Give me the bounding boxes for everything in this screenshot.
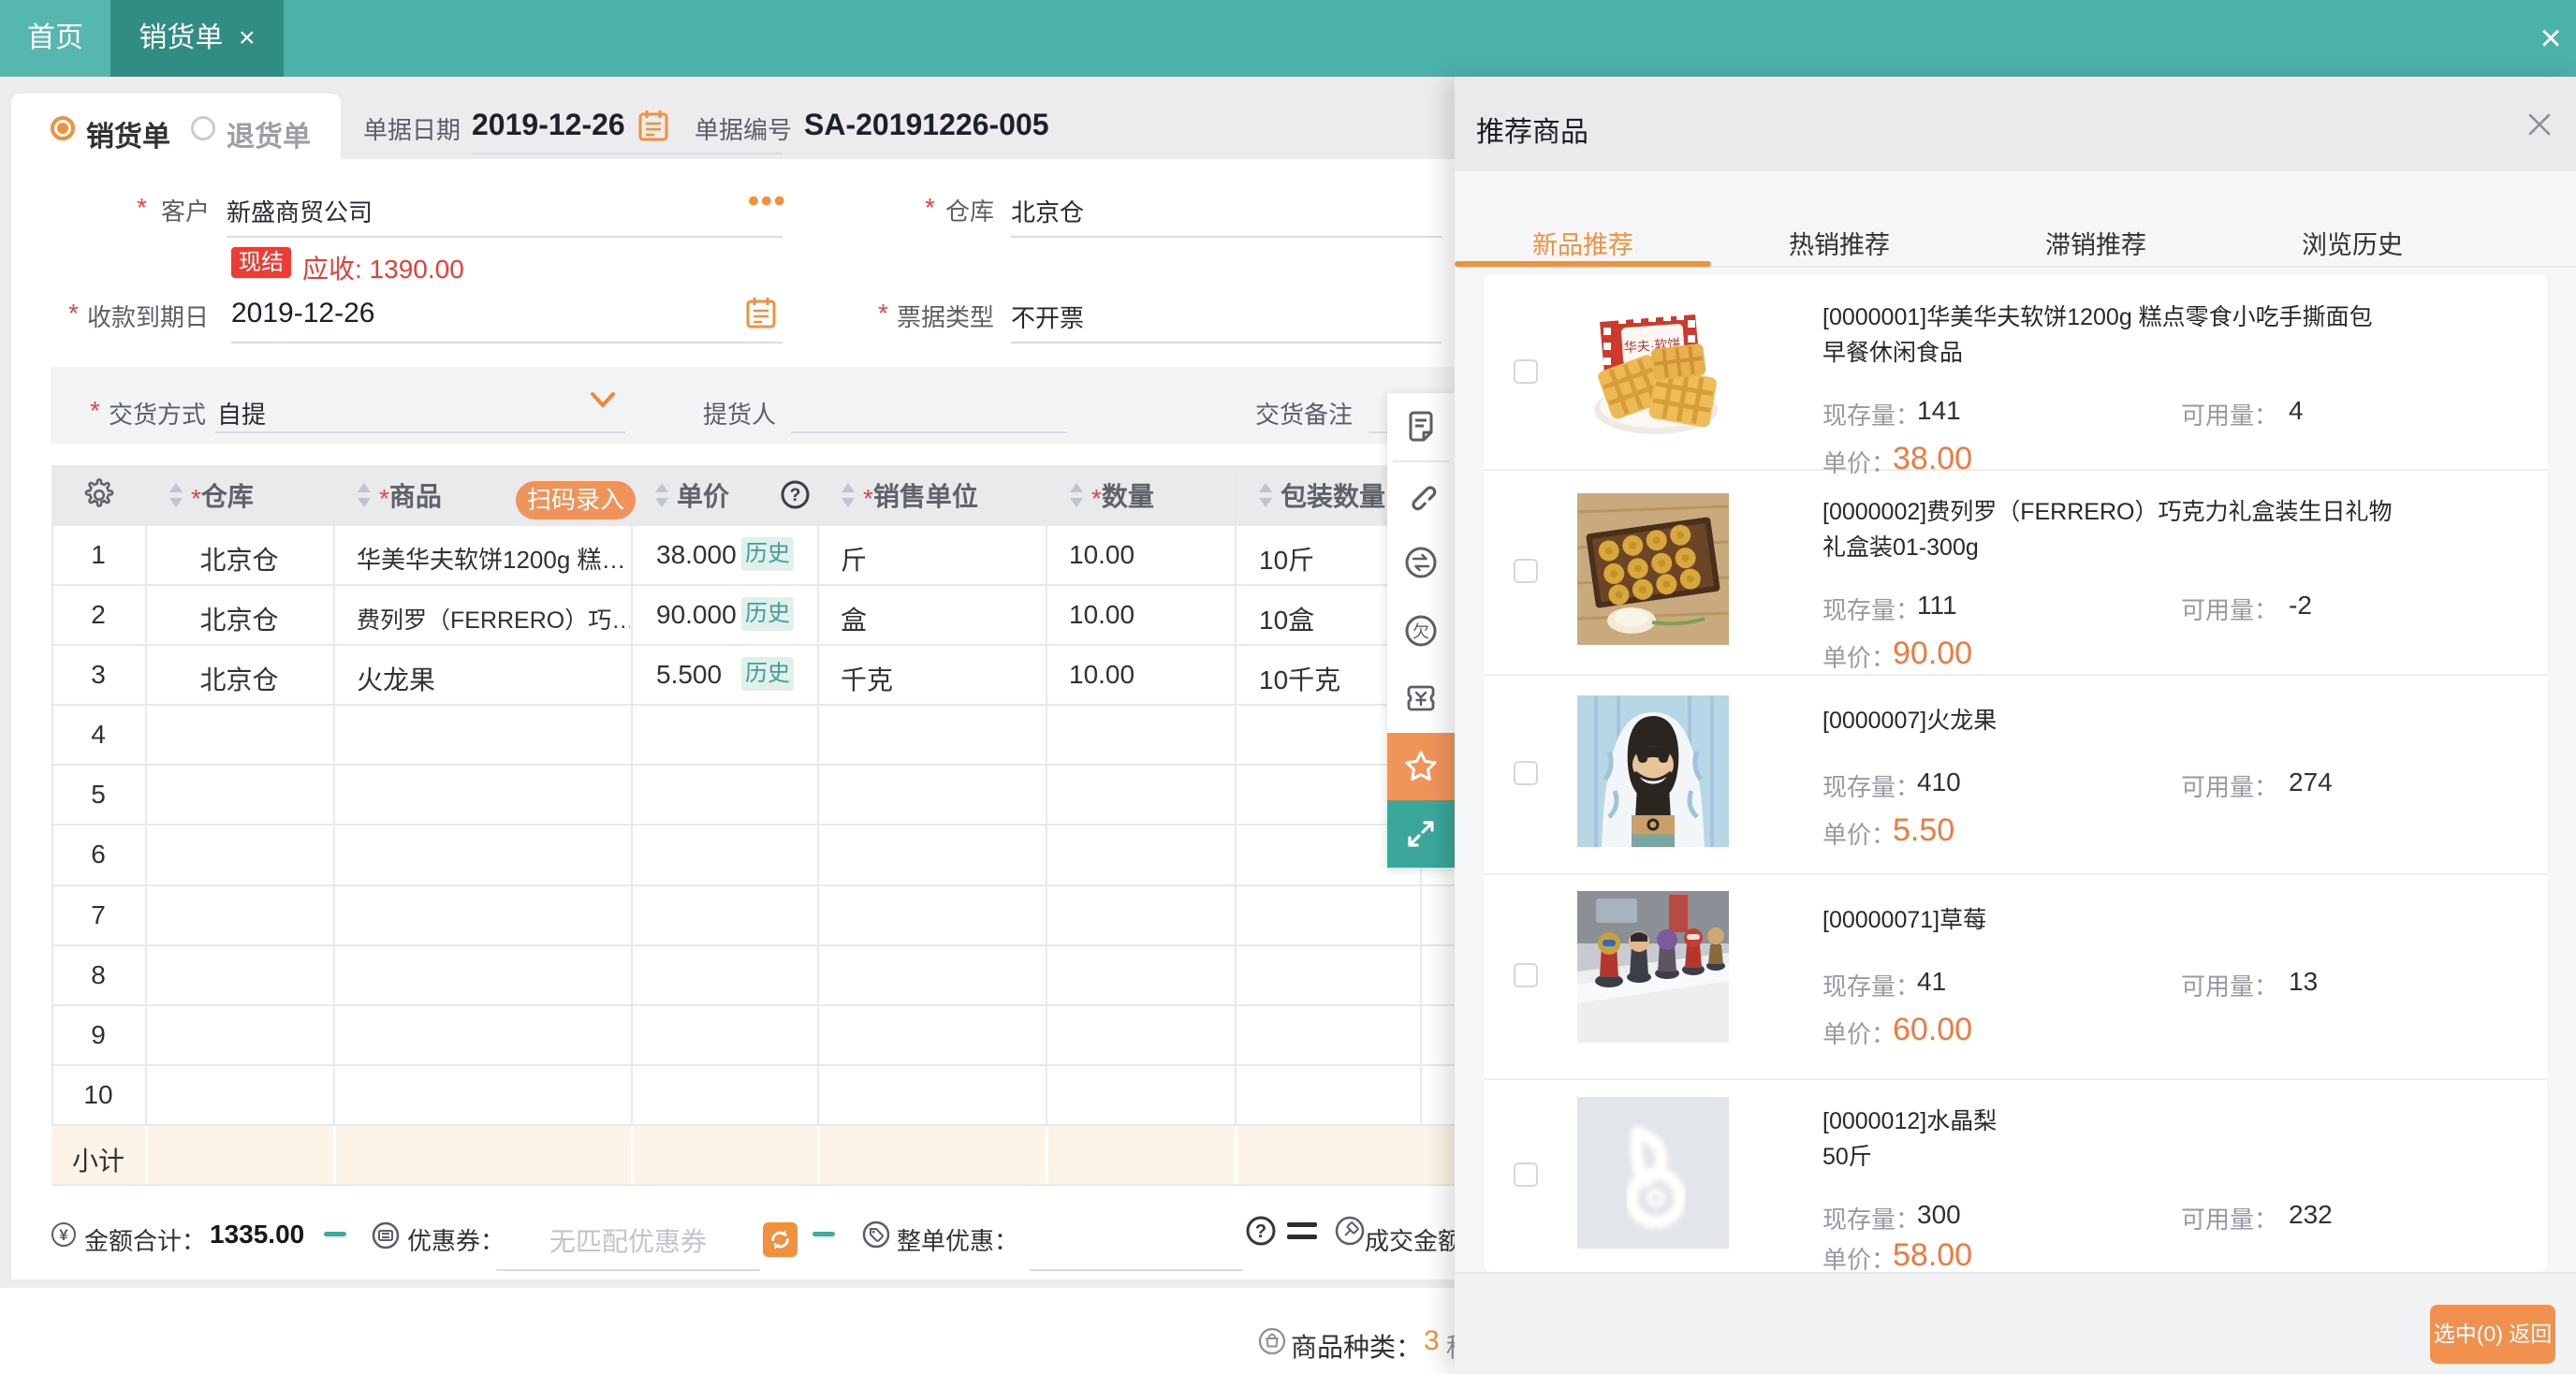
- svg-text:?: ?: [790, 486, 801, 505]
- svg-text:?: ?: [1255, 1221, 1266, 1242]
- svg-text:欠: 欠: [1412, 622, 1429, 641]
